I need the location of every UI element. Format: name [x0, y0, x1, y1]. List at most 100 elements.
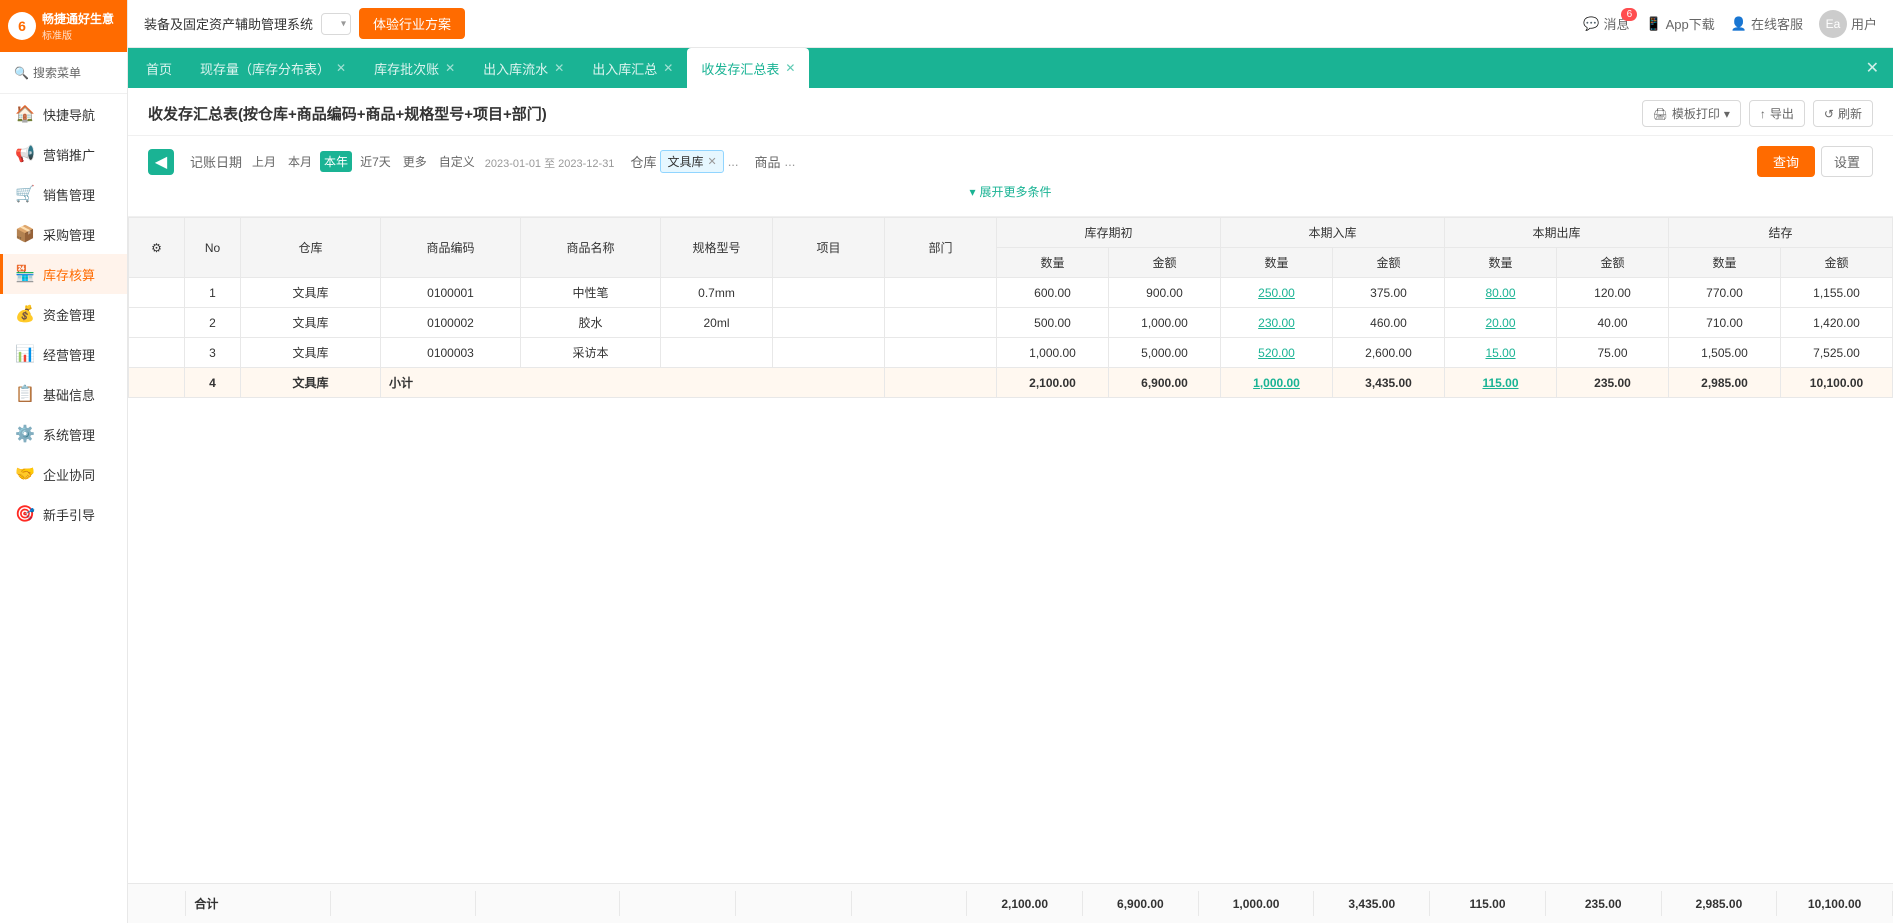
tab-close-receive-summary[interactable]: ✕: [785, 62, 795, 74]
sidebar-item-marketing[interactable]: 📢 营销推广: [0, 134, 127, 174]
sidebar-item-guide[interactable]: 🎯 新手引导: [0, 494, 127, 534]
row-in-qty[interactable]: 520.00: [1221, 338, 1333, 368]
sidebar: 6 畅捷通好生意 标准版 🔍 搜索菜单 🏠 快捷导航 📢 营销推广 🛒 销售管理…: [0, 0, 128, 923]
tab-close-inout-summary[interactable]: ✕: [663, 62, 673, 74]
message-action[interactable]: 💬 消息 6: [1583, 14, 1629, 33]
row-code: 0100003: [381, 338, 521, 368]
th-warehouse: 仓库: [241, 218, 381, 278]
sidebar-item-inventory[interactable]: 🏪 库存核算: [0, 254, 127, 294]
total-empty3: [475, 891, 620, 916]
operation-icon: 📊: [15, 344, 35, 364]
print-button[interactable]: 🖨 模板打印 ▾: [1642, 100, 1741, 127]
tabbar: 首页 现存量（库存分布表） ✕ 库存批次账 ✕ 出入库流水 ✕ 出入库汇总 ✕ …: [128, 48, 1893, 88]
row-spec: 20ml: [661, 308, 773, 338]
search-menu-button[interactable]: 🔍 搜索菜单: [8, 60, 119, 85]
tab-inventory-dist[interactable]: 现存量（库存分布表） ✕: [186, 48, 360, 88]
date-btn-last-month[interactable]: 上月: [248, 151, 280, 172]
row-spec: [661, 338, 773, 368]
tab-close-inventory-dist[interactable]: ✕: [336, 62, 346, 74]
total-out-amt: 235.00: [1545, 891, 1661, 916]
row-in-amt: 2,600.00: [1333, 338, 1445, 368]
row-settings: [129, 338, 185, 368]
th-in-amt: 金额: [1333, 248, 1445, 278]
refresh-button[interactable]: ↺ 刷新: [1813, 100, 1873, 127]
filter-expand[interactable]: ▾ 展开更多条件: [148, 177, 1873, 206]
home-icon: 🏠: [15, 104, 35, 124]
total-label: 合计: [186, 891, 331, 916]
subtotal-in-amt: 3,435.00: [1333, 368, 1445, 398]
row-in-qty[interactable]: 250.00: [1221, 278, 1333, 308]
row-balance-amt: 7,525.00: [1781, 338, 1893, 368]
row-settings: [129, 308, 185, 338]
date-filter-label: 记账日期: [190, 152, 242, 171]
th-spec: 规格型号: [661, 218, 773, 278]
th-balance-qty: 数量: [1669, 248, 1781, 278]
subtotal-in-qty[interactable]: 1,000.00: [1221, 368, 1333, 398]
subtotal-warehouse: 文具库: [241, 368, 381, 398]
date-btn-this-year[interactable]: 本年: [320, 151, 352, 172]
setting-button[interactable]: 设置: [1821, 146, 1873, 177]
print-icon: 🖨: [1653, 107, 1668, 121]
date-btn-7days[interactable]: 近7天: [356, 151, 395, 172]
system-icon: ⚙️: [15, 424, 35, 444]
sidebar-item-finance[interactable]: 💰 资金管理: [0, 294, 127, 334]
date-range-display: 2023-01-01 至 2023-12-31: [485, 155, 615, 171]
row-balance-qty: 710.00: [1669, 308, 1781, 338]
date-buttons: 上月 本月 本年 近7天 更多 自定义: [248, 151, 479, 172]
th-balance-amt: 金额: [1781, 248, 1893, 278]
th-name: 商品名称: [521, 218, 661, 278]
date-btn-custom[interactable]: 自定义: [435, 151, 479, 172]
row-warehouse: 文具库: [241, 338, 381, 368]
sidebar-item-enterprise[interactable]: 🤝 企业协同: [0, 454, 127, 494]
warehouse-more[interactable]: ...: [728, 154, 739, 169]
app-download-action[interactable]: 📱 App下载: [1645, 14, 1714, 33]
goods-more[interactable]: ...: [785, 154, 796, 169]
warehouse-tag-close[interactable]: ✕: [707, 155, 716, 168]
row-dept: [885, 338, 997, 368]
tab-home[interactable]: 首页: [132, 48, 186, 88]
sidebar-item-basic[interactable]: 📋 基础信息: [0, 374, 127, 414]
sidebar-item-system[interactable]: ⚙️ 系统管理: [0, 414, 127, 454]
row-in-qty[interactable]: 230.00: [1221, 308, 1333, 338]
row-out-qty[interactable]: 20.00: [1445, 308, 1557, 338]
tab-close-batch[interactable]: ✕: [445, 62, 455, 74]
tab-inout-summary[interactable]: 出入库汇总 ✕: [578, 48, 687, 88]
sidebar-nav: 🏠 快捷导航 📢 营销推广 🛒 销售管理 📦 采购管理 🏪 库存核算 💰 资金管…: [0, 94, 127, 923]
tab-receive-summary[interactable]: 收发存汇总表 ✕: [687, 48, 809, 88]
system-select-wrap: [321, 13, 351, 35]
th-group-in: 本期入库: [1221, 218, 1445, 248]
date-btn-this-month[interactable]: 本月: [284, 151, 316, 172]
sidebar-item-operation[interactable]: 📊 经营管理: [0, 334, 127, 374]
sidebar-item-sales[interactable]: 🛒 销售管理: [0, 174, 127, 214]
row-project: [773, 338, 885, 368]
system-select[interactable]: [321, 13, 351, 35]
export-button[interactable]: ↑ 导出: [1749, 100, 1805, 127]
date-btn-more[interactable]: 更多: [399, 151, 431, 172]
settings-icon[interactable]: ⚙: [151, 241, 162, 255]
experience-button[interactable]: 体验行业方案: [359, 8, 465, 39]
th-opening-qty: 数量: [997, 248, 1109, 278]
tab-close-inout-flow[interactable]: ✕: [554, 62, 564, 74]
tab-inout-flow[interactable]: 出入库流水 ✕: [469, 48, 578, 88]
online-service-action[interactable]: 👤 在线客服: [1731, 14, 1803, 33]
row-out-qty[interactable]: 15.00: [1445, 338, 1557, 368]
goods-filter: 商品 ...: [755, 152, 796, 171]
page-actions: 🖨 模板打印 ▾ ↑ 导出 ↺ 刷新: [1642, 100, 1873, 127]
th-settings[interactable]: ⚙: [129, 218, 185, 278]
user-action[interactable]: Ea 用户: [1819, 10, 1877, 38]
query-button[interactable]: 查询: [1757, 146, 1815, 177]
row-out-qty[interactable]: 80.00: [1445, 278, 1557, 308]
subtotal-empty-dept: [885, 368, 997, 398]
th-opening-amt: 金额: [1109, 248, 1221, 278]
subtotal-opening-qty: 2,100.00: [997, 368, 1109, 398]
total-empty5: [735, 891, 851, 916]
filter-collapse-button[interactable]: ◀: [148, 149, 174, 175]
tab-batch[interactable]: 库存批次账 ✕: [360, 48, 469, 88]
sidebar-item-purchase[interactable]: 📦 采购管理: [0, 214, 127, 254]
topbar-left: 装备及固定资产辅助管理系统 体验行业方案: [144, 8, 465, 39]
close-all-tabs[interactable]: ✕: [1856, 58, 1889, 78]
row-dept: [885, 308, 997, 338]
subtotal-out-qty[interactable]: 115.00: [1445, 368, 1557, 398]
sidebar-item-quick-nav[interactable]: 🏠 快捷导航: [0, 94, 127, 134]
row-opening-qty: 600.00: [997, 278, 1109, 308]
